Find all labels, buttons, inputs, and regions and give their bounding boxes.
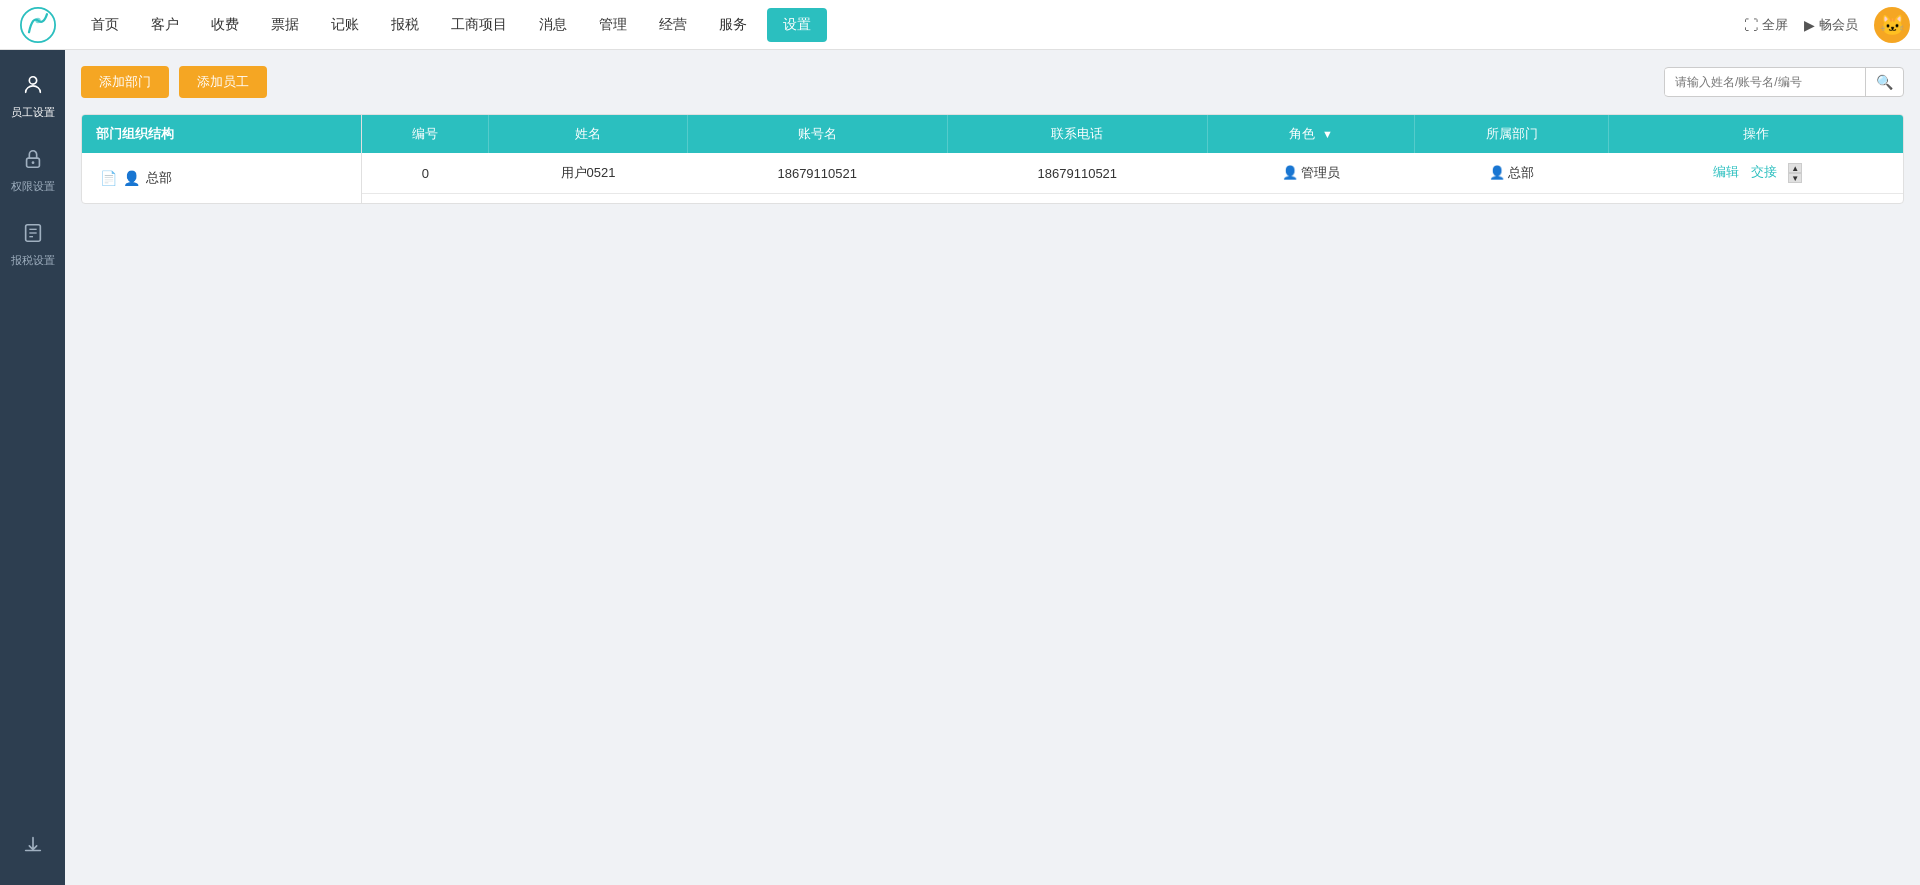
cell-role: 👤 管理员 (1207, 153, 1415, 194)
file-icon: 📄 (100, 170, 117, 186)
dept-item-name: 总部 (146, 169, 172, 187)
table-header: 编号 姓名 账号名 联系电话 角色 ▼ 所属部门 操作 (362, 115, 1903, 153)
nav-item-business[interactable]: 工商项目 (435, 0, 523, 50)
nav-item-accounting[interactable]: 记账 (315, 0, 375, 50)
sidebar: 员工设置 权限设置 报税设置 (0, 50, 65, 885)
nav-item-settings[interactable]: 设置 (767, 8, 827, 42)
main-content: 添加部门 添加员工 🔍 部门组织结构 📄 👤 总部 (65, 50, 1920, 885)
download-icon (22, 834, 44, 861)
nav-item-operation[interactable]: 经营 (643, 0, 703, 50)
avatar[interactable]: 🐱 (1874, 7, 1910, 43)
nav-item-message[interactable]: 消息 (523, 0, 583, 50)
dept-tree-body: 📄 👤 总部 (82, 153, 361, 203)
transfer-button[interactable]: 交接 (1747, 163, 1781, 181)
col-action: 操作 (1608, 115, 1903, 153)
play-icon: ▶ (1804, 17, 1815, 33)
add-employee-button[interactable]: 添加员工 (179, 66, 267, 98)
dept-user-icon-small: 👤 (1489, 165, 1505, 180)
main-panel: 部门组织结构 📄 👤 总部 编号 姓名 账号名 (81, 114, 1904, 204)
fullscreen-button[interactable]: ⛶ 全屏 (1744, 16, 1788, 34)
table-row: 0 用户0521 18679110521 18679110521 👤 管理员 👤… (362, 153, 1903, 194)
svg-point-0 (20, 7, 54, 41)
lock-icon (22, 148, 44, 175)
sidebar-item-download[interactable] (22, 820, 44, 875)
cell-phone: 18679110521 (947, 153, 1207, 194)
sidebar-item-taxsettings[interactable]: 报税设置 (0, 208, 65, 282)
employee-table: 编号 姓名 账号名 联系电话 角色 ▼ 所属部门 操作 (362, 115, 1903, 203)
edit-button[interactable]: 编辑 (1709, 163, 1743, 181)
fullscreen-label: 全屏 (1762, 16, 1788, 34)
dept-tree-header: 部门组织结构 (82, 115, 361, 153)
nav-item-home[interactable]: 首页 (75, 0, 135, 50)
sidebar-item-permission[interactable]: 权限设置 (0, 134, 65, 208)
search-input[interactable] (1665, 69, 1865, 95)
cell-id: 0 (362, 153, 489, 194)
scroll-down-btn[interactable]: ▼ (1788, 173, 1802, 183)
nav-item-manage[interactable]: 管理 (583, 0, 643, 50)
col-dept: 所属部门 (1415, 115, 1608, 153)
col-name: 姓名 (489, 115, 687, 153)
col-phone: 联系电话 (947, 115, 1207, 153)
filter-icon: ▼ (1322, 128, 1333, 140)
member-button[interactable]: ▶ 畅会员 (1804, 16, 1858, 34)
cell-name: 用户0521 (489, 153, 687, 194)
svg-point-4 (31, 161, 34, 164)
sidebar-item-employee[interactable]: 员工设置 (0, 60, 65, 134)
svg-point-2 (29, 77, 36, 84)
role-user-icon: 👤 (1282, 165, 1298, 180)
member-label: 畅会员 (1819, 16, 1858, 34)
sidebar-item-permission-label: 权限设置 (11, 179, 55, 194)
cell-account: 18679110521 (687, 153, 947, 194)
nav-item-tax[interactable]: 报税 (375, 0, 435, 50)
col-id: 编号 (362, 115, 489, 153)
fullscreen-icon: ⛶ (1744, 17, 1758, 33)
col-account: 账号名 (687, 115, 947, 153)
nav-right: ⛶ 全屏 ▶ 畅会员 🐱 (1744, 7, 1910, 43)
dept-tree: 部门组织结构 📄 👤 总部 (82, 115, 362, 203)
sidebar-item-taxsettings-label: 报税设置 (11, 253, 55, 268)
person-icon (22, 74, 44, 101)
cell-actions: 编辑 交接 ▲ ▼ (1608, 153, 1903, 194)
nav-item-fee[interactable]: 收费 (195, 0, 255, 50)
dept-item-root[interactable]: 📄 👤 总部 (92, 163, 351, 193)
scroll-controls: ▲ ▼ (1788, 163, 1802, 183)
nav-items: 首页 客户 收费 票据 记账 报税 工商项目 消息 管理 经营 服务 设置 (75, 0, 1744, 50)
nav-item-invoice[interactable]: 票据 (255, 0, 315, 50)
logo (10, 7, 75, 43)
table: 编号 姓名 账号名 联系电话 角色 ▼ 所属部门 操作 (362, 115, 1903, 194)
svg-point-1 (35, 17, 40, 22)
nav-item-service[interactable]: 服务 (703, 0, 763, 50)
search-box: 🔍 (1664, 67, 1904, 97)
nav-item-customer[interactable]: 客户 (135, 0, 195, 50)
search-button[interactable]: 🔍 (1865, 68, 1903, 96)
toolbar: 添加部门 添加员工 🔍 (81, 66, 1904, 98)
top-navigation: 首页 客户 收费 票据 记账 报税 工商项目 消息 管理 经营 服务 设置 ⛶ … (0, 0, 1920, 50)
report-icon (22, 222, 44, 249)
dept-user-icon: 👤 (123, 170, 140, 186)
main-layout: 员工设置 权限设置 报税设置 (0, 50, 1920, 885)
sidebar-item-employee-label: 员工设置 (11, 105, 55, 120)
col-role[interactable]: 角色 ▼ (1207, 115, 1415, 153)
table-body: 0 用户0521 18679110521 18679110521 👤 管理员 👤… (362, 153, 1903, 194)
scroll-up-btn[interactable]: ▲ (1788, 163, 1802, 173)
add-dept-button[interactable]: 添加部门 (81, 66, 169, 98)
cell-dept: 👤 总部 (1415, 153, 1608, 194)
